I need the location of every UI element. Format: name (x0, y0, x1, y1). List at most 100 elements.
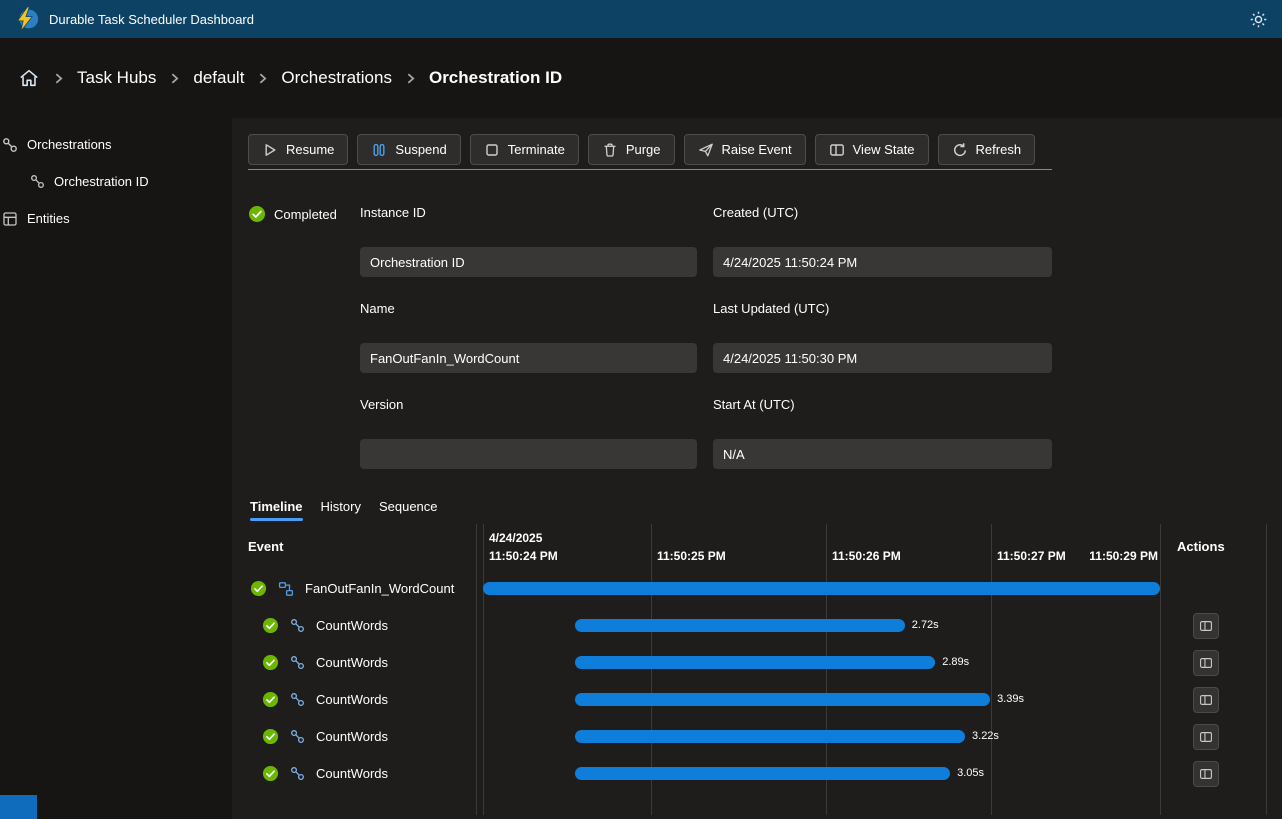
row-view-state-button[interactable] (1193, 724, 1219, 750)
duration-bar[interactable] (575, 619, 905, 632)
refresh-icon (952, 142, 968, 158)
row-view-state-button[interactable] (1193, 687, 1219, 713)
breadcrumb-task-hubs[interactable]: Task Hubs (77, 68, 156, 88)
trash-icon (602, 142, 618, 158)
row-view-state-button[interactable] (1193, 613, 1219, 639)
axis-tick-label: 11:50:27 PM (997, 549, 1066, 563)
timeline-row: CountWords 2.72s (248, 607, 1267, 644)
check-circle-icon (262, 617, 279, 634)
event-name: CountWords (316, 618, 388, 633)
form-spacer (248, 301, 360, 373)
view-state-button[interactable]: View State (815, 134, 929, 165)
activity-link-icon (290, 766, 305, 781)
purge-button[interactable]: Purge (588, 134, 675, 165)
tab-sequence[interactable]: Sequence (377, 499, 440, 521)
breadcrumb-orchestrations[interactable]: Orchestrations (281, 68, 392, 88)
activity-link-icon (290, 618, 305, 633)
settings-gear-icon[interactable] (1247, 8, 1270, 31)
duration-label: 2.72s (905, 619, 939, 632)
chevron-right-icon (52, 72, 65, 85)
check-circle-icon (250, 580, 267, 597)
check-circle-icon (262, 765, 279, 782)
duration-bar[interactable] (575, 730, 965, 743)
duration-label: 3.39s (990, 693, 1024, 706)
gantt-cell: 3.05s (483, 755, 1160, 792)
pause-icon (371, 142, 387, 158)
duration-bar[interactable] (575, 693, 990, 706)
actions-cell (1160, 761, 1267, 787)
play-icon (262, 142, 278, 158)
actions-column-header: Actions (1177, 524, 1225, 570)
duration-bar[interactable] (575, 767, 950, 780)
field-label-created: Created (UTC) (713, 205, 1052, 221)
home-icon[interactable] (18, 67, 40, 89)
event-cell: CountWords (248, 617, 483, 634)
duration-bar[interactable] (483, 582, 1160, 595)
raise-event-button[interactable]: Raise Event (684, 134, 806, 165)
split-panel-icon (829, 142, 845, 158)
split-panel-icon (1199, 619, 1213, 633)
duration-label: 3.05s (950, 767, 984, 780)
entity-grid-icon (2, 211, 18, 227)
chevron-right-icon (256, 72, 269, 85)
instance-id-field[interactable] (360, 247, 697, 277)
orchestration-icon (278, 581, 294, 597)
status-label: Completed (274, 207, 337, 222)
event-name: CountWords (316, 729, 388, 744)
axis-tick-label: 11:50:29 PM (1089, 549, 1158, 563)
event-name: CountWords (316, 655, 388, 670)
last-updated-utc-field[interactable] (713, 343, 1052, 373)
main-panel: Resume Suspend Terminate Purge Raise Eve… (232, 118, 1282, 819)
tab-timeline[interactable]: Timeline (248, 499, 305, 521)
sidebar-item-entities[interactable]: Entities (0, 200, 232, 237)
actions-cell (1160, 724, 1267, 750)
split-panel-icon (1199, 730, 1213, 744)
created-utc-field[interactable] (713, 247, 1052, 277)
suspend-button[interactable]: Suspend (357, 134, 460, 165)
button-label: Refresh (976, 142, 1022, 157)
content-area: Orchestrations Orchestration ID Entities… (0, 118, 1282, 819)
chevron-right-icon (404, 72, 417, 85)
breadcrumb-default[interactable]: default (193, 68, 244, 88)
actions-cell (1160, 613, 1267, 639)
terminate-button[interactable]: Terminate (470, 134, 579, 165)
axis-tick-label: 11:50:25 PM (657, 549, 726, 563)
duration-label: 2.89s (935, 656, 969, 669)
activity-link-icon (290, 692, 305, 707)
check-circle-icon (248, 205, 266, 223)
button-label: Raise Event (722, 142, 792, 157)
field-label-version: Version (360, 397, 697, 413)
start-at-utc-field[interactable] (713, 439, 1052, 469)
gantt-cell: 2.72s (483, 607, 1160, 644)
name-field[interactable] (360, 343, 697, 373)
breadcrumb-current-page: Orchestration ID (429, 68, 562, 88)
duration-bar[interactable] (575, 656, 935, 669)
bottom-left-badge (0, 795, 37, 819)
gantt-cell: 3.39s (483, 681, 1160, 718)
field-label-name: Name (360, 301, 697, 317)
event-column-header: Event (248, 524, 283, 570)
event-cell: CountWords (248, 691, 483, 708)
version-field[interactable] (360, 439, 697, 469)
button-label: Purge (626, 142, 661, 157)
tab-history[interactable]: History (319, 499, 363, 521)
actions-cell (1160, 687, 1267, 713)
row-view-state-button[interactable] (1193, 761, 1219, 787)
button-label: View State (853, 142, 915, 157)
refresh-button[interactable]: Refresh (938, 134, 1036, 165)
actions-cell (1160, 650, 1267, 676)
timeline-row: CountWords 3.39s (248, 681, 1267, 718)
gantt-cell (483, 570, 1160, 607)
stop-icon (484, 142, 500, 158)
toolbar-divider (248, 169, 1052, 170)
axis-tick-label: 11:50:24 PM (489, 549, 558, 563)
row-view-state-button[interactable] (1193, 650, 1219, 676)
status-badge: Completed (248, 205, 360, 223)
resume-button[interactable]: Resume (248, 134, 348, 165)
sidebar-item-label: Entities (27, 211, 70, 226)
sidebar-item-orchestration-id[interactable]: Orchestration ID (0, 163, 232, 200)
sidebar-item-orchestrations[interactable]: Orchestrations (0, 126, 232, 163)
chevron-right-icon (168, 72, 181, 85)
flow-link-icon (30, 174, 45, 189)
app-topbar: Durable Task Scheduler Dashboard (0, 0, 1282, 38)
